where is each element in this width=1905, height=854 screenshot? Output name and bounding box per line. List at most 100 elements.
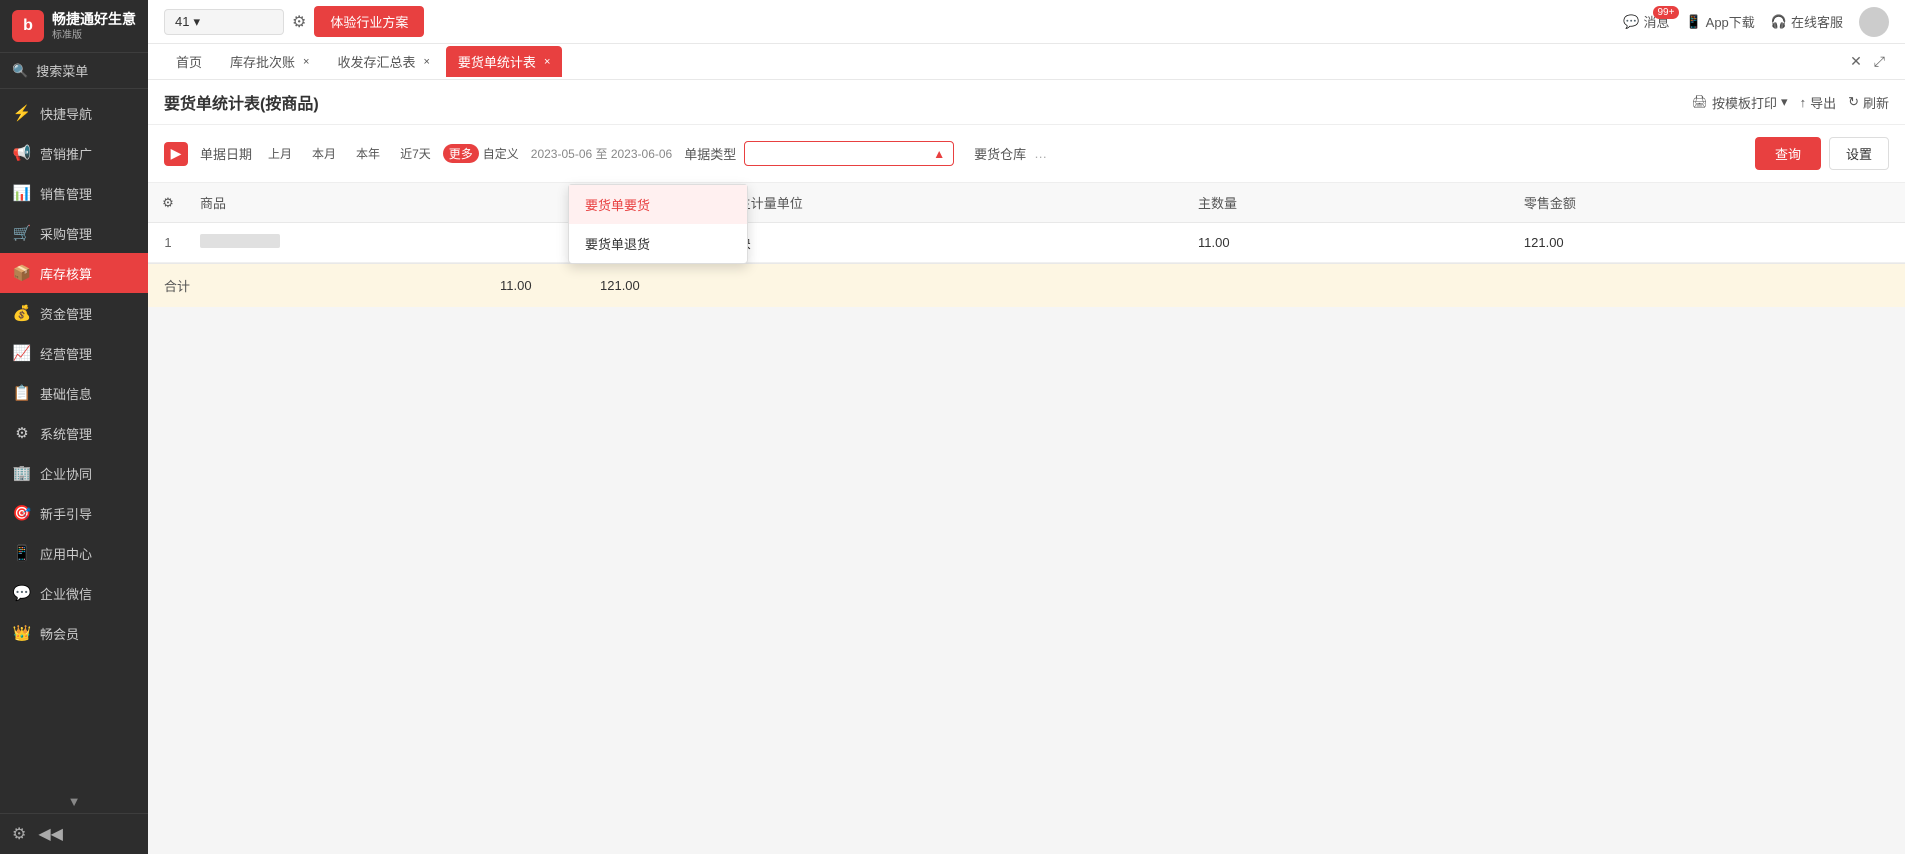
sidebar-item-system[interactable]: ⚙ 系统管理 (0, 413, 148, 453)
order-summary-tab-label: 要货单统计表 (458, 52, 536, 71)
date-custom-btn[interactable]: 自定义 (483, 145, 519, 162)
app-download-icon: 📱 (1685, 14, 1701, 30)
sidebar-item-purchase[interactable]: 🛒 采购管理 (0, 213, 148, 253)
filter-settings-button[interactable]: 设置 (1829, 137, 1889, 170)
search-menu-label: 搜索菜单 (36, 61, 88, 80)
table-header-unit: 主计量单位 (726, 183, 1186, 223)
print-icon: 🖨 (1692, 94, 1709, 110)
app-download-btn[interactable]: 📱 App下载 (1685, 12, 1754, 31)
tab-inventory-batch[interactable]: 库存批次账× (218, 46, 321, 77)
row-unit: 块 (726, 223, 1186, 263)
table-container: ⚙ 商品 主计量单位 主数量 零售金额 1 块 11.00 121.00 (148, 183, 1905, 263)
type-filter-chevron-up-icon[interactable]: ▲ (933, 147, 945, 161)
tabs-expand-area: ✕ ⤢ (1846, 51, 1889, 72)
system-label: 系统管理 (40, 424, 92, 443)
date-shortcut-this-month[interactable]: 本月 (304, 143, 344, 164)
tab-receive-summary[interactable]: 收发存汇总表× (325, 46, 441, 77)
search-menu[interactable]: 🔍 搜索菜单 (0, 53, 148, 89)
receive-summary-tab-close[interactable]: × (423, 56, 429, 68)
sidebar-collapse-icon[interactable]: ◀◀ (38, 824, 63, 844)
sidebar-settings-icon[interactable]: ⚙ (12, 824, 26, 844)
print-chevron-icon: ▾ (1781, 94, 1788, 110)
summary-quantity: 11.00 (500, 278, 600, 293)
type-filter-label: 单据类型 (684, 144, 736, 163)
tabs-bar: 首页库存批次账×收发存汇总表× 要货单统计表 × ✕ ⤢ (148, 44, 1905, 80)
online-service-btn[interactable]: 🎧 在线客服 (1771, 12, 1843, 31)
filter-expand-button[interactable]: ▶ (164, 142, 188, 166)
sidebar-bottom: ⚙ ◀◀ (0, 813, 148, 854)
finance-label: 资金管理 (40, 304, 92, 323)
messages-badge: 99+ (1653, 6, 1680, 19)
date-shortcut-7days[interactable]: 近7天 (392, 143, 439, 164)
store-selector[interactable]: 41 ▾ (164, 9, 284, 35)
page-content: 要货单统计表(按商品) 🖨 按模板打印 ▾ ↑ 导出 ↻ 刷新 ▶ (148, 80, 1905, 854)
wechat-label: 企业微信 (40, 584, 92, 603)
user-avatar[interactable] (1859, 7, 1889, 37)
summary-label: 合计 (164, 276, 224, 295)
sidebar-item-basic-info[interactable]: 📋 基础信息 (0, 373, 148, 413)
refresh-button[interactable]: ↻ 刷新 (1848, 93, 1889, 112)
sidebar-item-sales[interactable]: 📊 销售管理 (0, 173, 148, 213)
messages-icon: 💬 (1623, 14, 1639, 30)
type-dropdown: 要货单要货要货单退货 (568, 184, 748, 264)
industry-button[interactable]: 体验行业方案 (314, 6, 424, 37)
date-shortcut-this-year[interactable]: 本年 (348, 143, 388, 164)
finance-icon: 💰 (12, 303, 32, 323)
table-header-quantity: 主数量 (1186, 183, 1512, 223)
type-filter-select[interactable]: ▲ (744, 141, 954, 166)
export-label: 导出 (1810, 93, 1836, 112)
inventory-batch-tab-close[interactable]: × (303, 56, 309, 68)
tab-home[interactable]: 首页 (164, 46, 214, 77)
date-range-display: 2023-05-06 至 2023-06-06 (531, 145, 672, 162)
refresh-label: 刷新 (1863, 93, 1889, 112)
warehouse-more-icon[interactable]: … (1034, 146, 1047, 161)
marketing-icon: 📢 (12, 143, 32, 163)
basic-info-icon: 📋 (12, 383, 32, 403)
members-icon: 👑 (12, 623, 32, 643)
sidebar-item-quick-nav[interactable]: ⚡ 快捷导航 (0, 93, 148, 133)
sidebar-item-marketing[interactable]: 📢 营销推广 (0, 133, 148, 173)
print-button[interactable]: 🖨 按模板打印 ▾ (1692, 93, 1788, 112)
date-filter-group: 单据日期 上月 本月 本年 近7天 更多 自定义 2023-05-06 至 20… (200, 143, 672, 164)
tab-order-summary[interactable]: 要货单统计表 × (446, 46, 562, 77)
tabs-expand-icon[interactable]: ⤢ (1870, 51, 1889, 72)
type-filter-input[interactable] (753, 146, 929, 161)
logo-text: 畅捷通好生意 标准版 (52, 10, 136, 41)
row-amount: 121.00 (1512, 223, 1905, 263)
row-quantity: 11.00 (1186, 223, 1512, 263)
order-summary-tab-close[interactable]: × (544, 56, 550, 68)
dropdown-item-order-purchase[interactable]: 要货单要货 (569, 185, 747, 224)
sidebar-nav: ⚡ 快捷导航 📢 营销推广 📊 销售管理 🛒 采购管理 📦 库存核算 💰 资金管… (0, 89, 148, 790)
sidebar-item-members[interactable]: 👑 畅会员 (0, 613, 148, 653)
sidebar-item-operations[interactable]: 📈 经营管理 (0, 333, 148, 373)
sidebar-item-app-center[interactable]: 📱 应用中心 (0, 533, 148, 573)
operations-label: 经营管理 (40, 344, 92, 363)
sidebar-item-finance[interactable]: 💰 资金管理 (0, 293, 148, 333)
refresh-icon: ↻ (1848, 94, 1859, 110)
app-download-label: App下载 (1706, 12, 1755, 31)
logo-area: b 畅捷通好生意 标准版 (0, 0, 148, 53)
filter-area: ▶ 单据日期 上月 本月 本年 近7天 更多 自定义 2023-05-06 至 … (148, 125, 1905, 183)
date-filter-label: 单据日期 (200, 144, 252, 163)
table-settings-header[interactable]: ⚙ (148, 183, 188, 223)
sidebar-item-guide[interactable]: 🎯 新手引导 (0, 493, 148, 533)
topbar-settings-icon[interactable]: ⚙ (292, 12, 306, 32)
scroll-down-arrow[interactable]: ▼ (0, 790, 148, 813)
guide-label: 新手引导 (40, 504, 92, 523)
date-shortcut-last-month[interactable]: 上月 (260, 143, 300, 164)
messages-btn[interactable]: 💬 消息 99+ (1623, 12, 1669, 31)
marketing-label: 营销推广 (40, 144, 92, 163)
data-table: ⚙ 商品 主计量单位 主数量 零售金额 1 块 11.00 121.00 (148, 183, 1905, 263)
tabs-close-all-icon[interactable]: ✕ (1846, 51, 1866, 72)
query-button[interactable]: 查询 (1755, 137, 1821, 170)
row-index: 1 (148, 223, 188, 263)
sidebar-item-enterprise[interactable]: 🏢 企业协同 (0, 453, 148, 493)
dropdown-item-order-return[interactable]: 要货单退货 (569, 224, 747, 263)
export-button[interactable]: ↑ 导出 (1800, 93, 1837, 112)
home-tab-label: 首页 (176, 52, 202, 71)
quick-nav-icon: ⚡ (12, 103, 32, 123)
store-name: 41 (175, 14, 189, 29)
sidebar-item-wechat[interactable]: 💬 企业微信 (0, 573, 148, 613)
date-shortcut-more[interactable]: 更多 (443, 144, 479, 163)
sidebar-item-inventory[interactable]: 📦 库存核算 (0, 253, 148, 293)
